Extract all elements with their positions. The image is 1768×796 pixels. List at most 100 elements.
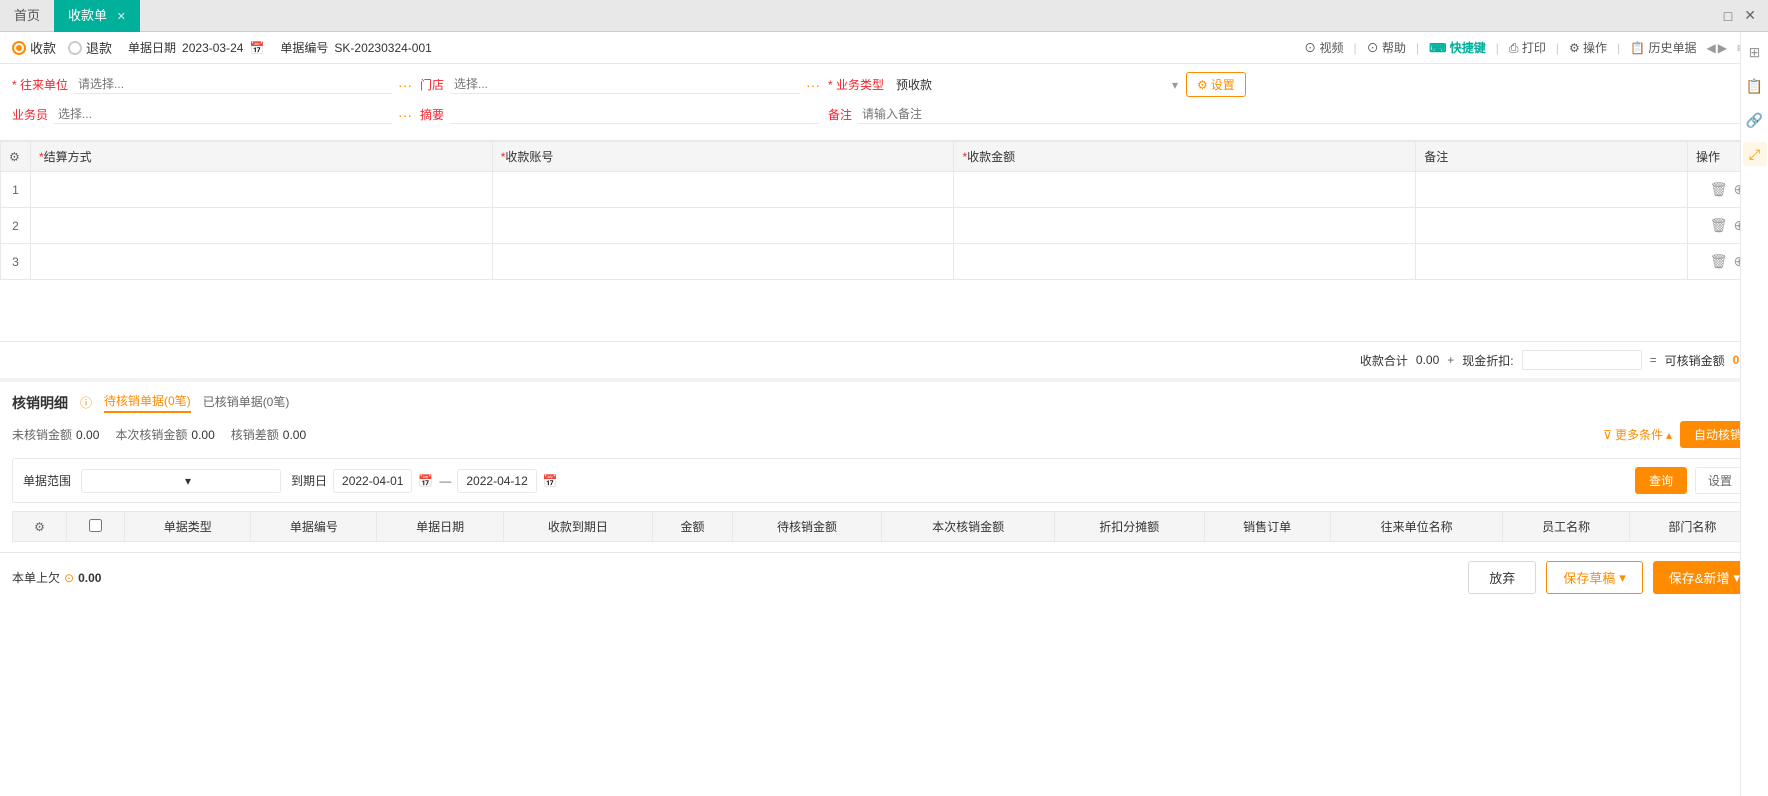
store-field: 门店 ··· <box>420 75 820 94</box>
select-all-checkbox[interactable] <box>89 519 102 532</box>
th-amount: *收款金额 <box>954 142 1416 172</box>
tab-receipt[interactable]: 收款单 ✕ <box>54 0 140 32</box>
sidebar-attachment-icon[interactable]: 🔗 <box>1743 108 1767 132</box>
equals-sign: = <box>1650 353 1657 367</box>
business-type-value: 预收款 <box>896 76 1166 93</box>
collect-total-label: 收款合计 <box>1360 352 1408 369</box>
delete-icon-3[interactable]: 🗑 <box>1710 253 1728 270</box>
cell-account-3[interactable] <box>492 244 954 280</box>
verify-info-icon[interactable]: ⓘ <box>80 394 92 411</box>
counterpart-more-btn[interactable]: ··· <box>398 77 412 93</box>
calendar-icon[interactable]: 📅 <box>249 41 264 55</box>
th-remark: 备注 <box>1416 142 1688 172</box>
cell-amount-3[interactable] <box>954 244 1416 280</box>
sidebar-document-icon[interactable]: 📋 <box>1743 74 1767 98</box>
operation-btn[interactable]: ⚙ 操作 <box>1569 39 1607 56</box>
shortcut-btn[interactable]: ⌨ 快捷键 <box>1429 39 1486 56</box>
cell-account-1[interactable] <box>492 172 954 208</box>
cell-settlement-2[interactable] <box>31 208 493 244</box>
prev-arrow[interactable]: ◀ <box>1706 41 1715 55</box>
number-field-group: 单据编号 SK-20230324-001 <box>280 39 431 56</box>
counterpart-label: 往来单位 <box>12 76 68 93</box>
salesperson-more-btn[interactable]: ··· <box>398 107 412 123</box>
table-row: 1 🗑 ⊕ <box>1 172 1768 208</box>
th-settlement: *结算方式 <box>31 142 493 172</box>
salesperson-input[interactable] <box>54 105 392 124</box>
bottom-table-gear-icon[interactable]: ⚙ <box>34 520 45 534</box>
verify-settings-button[interactable]: 设置 <box>1695 467 1745 494</box>
next-arrow[interactable]: ▶ <box>1718 41 1727 55</box>
footer-info-icon[interactable]: ⊙ <box>64 571 74 585</box>
cell-amount-1[interactable] <box>954 172 1416 208</box>
verify-stats: 未核销金额 0.00 本次核销金额 0.00 核销差额 0.00 ⊽ 更多条件 … <box>12 421 1756 448</box>
number-value: SK-20230324-001 <box>334 41 431 55</box>
restore-icon[interactable]: □ <box>1720 6 1736 26</box>
tab-home[interactable]: 首页 <box>0 0 54 32</box>
toolbar-right-actions: ⊙ 视频 | ⊙ 帮助 | ⌨ 快捷键 | ⎙ 打印 | ⚙ 操作 | 📋 历史… <box>1304 39 1756 56</box>
cell-remark-1[interactable] <box>1416 172 1688 208</box>
abstract-input[interactable] <box>450 105 820 124</box>
cash-discount-input[interactable] <box>1522 350 1642 370</box>
bth-counterpart: 往来单位名称 <box>1330 512 1503 542</box>
query-button[interactable]: 查询 <box>1635 467 1687 494</box>
date-from-calendar-icon[interactable]: 📅 <box>418 474 433 488</box>
help-btn[interactable]: ⊙ 帮助 <box>1367 39 1406 56</box>
footer: 本单上欠 ⊙ 0.00 放弃 保存草稿 保存&新增 <box>0 552 1768 602</box>
sidebar-expand-icon[interactable]: ⤢ <box>1743 142 1767 166</box>
delete-icon-2[interactable]: 🗑 <box>1710 217 1728 234</box>
bth-discount: 折扣分摊额 <box>1055 512 1204 542</box>
remark-input[interactable] <box>858 105 1756 124</box>
settings-button[interactable]: ⚙ 设置 <box>1186 72 1246 97</box>
cell-remark-3[interactable] <box>1416 244 1688 280</box>
date-from-value[interactable]: 2022-04-01 <box>333 469 412 493</box>
store-more-btn[interactable]: ··· <box>806 77 820 93</box>
tab-close-icon[interactable]: ✕ <box>117 11 126 23</box>
video-btn[interactable]: ⊙ 视频 <box>1304 39 1343 56</box>
cell-settlement-3[interactable] <box>31 244 493 280</box>
can-verify-label: 可核销金额 <box>1665 352 1725 369</box>
chevron-up-icon <box>1666 428 1672 442</box>
window-close-icon[interactable]: ✕ <box>1740 5 1760 26</box>
cell-account-2[interactable] <box>492 208 954 244</box>
bth-pending-amount: 待核销金额 <box>732 512 881 542</box>
bth-due-date: 收款到期日 <box>503 512 652 542</box>
done-tab[interactable]: 已核销单据(0笔) <box>203 393 290 412</box>
row-num-3: 3 <box>1 244 31 280</box>
verify-section: 核销明细 ⓘ 待核销单据(0笔) 已核销单据(0笔) 未核销金额 0.00 本次… <box>0 378 1768 552</box>
pending-tab[interactable]: 待核销单据(0笔) <box>104 392 191 413</box>
cash-discount-label: 现金折扣: <box>1462 352 1513 369</box>
salesperson-field: 业务员 ··· <box>12 105 412 124</box>
salesperson-label: 业务员 <box>12 106 48 123</box>
history-btn[interactable]: 📋 历史单据 <box>1630 39 1696 56</box>
verify-toolbar-right: ⊽ 更多条件 自动核销 <box>1603 421 1756 448</box>
toolbar: 收款 退款 单据日期 2023-03-24 📅 单据编号 SK-20230324… <box>0 32 1768 64</box>
unchecked-value: 0.00 <box>76 428 99 442</box>
cell-settlement-1[interactable] <box>31 172 493 208</box>
collect-total-value: 0.00 <box>1416 353 1439 367</box>
range-select[interactable] <box>81 469 281 493</box>
table-gear-icon[interactable]: ⚙ <box>9 150 20 164</box>
date-to-value[interactable]: 2022-04-12 <box>457 469 536 493</box>
table-row: 3 🗑 ⊕ <box>1 244 1768 280</box>
sidebar-table-icon[interactable]: ⊞ <box>1743 40 1767 64</box>
form-area: 往来单位 ··· 门店 ··· 业务类型 预收款 ▾ ⚙ 设置 业务员 <box>0 64 1768 141</box>
radio-refund[interactable]: 退款 <box>68 38 112 57</box>
cell-amount-2[interactable] <box>954 208 1416 244</box>
store-input[interactable] <box>450 75 800 94</box>
save-draft-label: 保存草稿 <box>1563 568 1615 587</box>
radio-receive[interactable]: 收款 <box>12 38 56 57</box>
delete-icon-1[interactable]: 🗑 <box>1710 181 1728 198</box>
counterpart-field: 往来单位 ··· <box>12 75 412 94</box>
current-label: 本单上欠 <box>12 569 60 586</box>
counterpart-input[interactable] <box>74 75 392 94</box>
business-type-dropdown[interactable]: ▾ <box>1172 78 1178 92</box>
radio-receive-dot <box>12 41 26 55</box>
more-conditions-btn[interactable]: ⊽ 更多条件 <box>1603 426 1672 443</box>
date-value[interactable]: 2023-03-24 <box>182 41 243 55</box>
abandon-button[interactable]: 放弃 <box>1468 561 1536 594</box>
cell-remark-2[interactable] <box>1416 208 1688 244</box>
print-btn[interactable]: ⎙ 打印 <box>1509 39 1546 56</box>
save-draft-button[interactable]: 保存草稿 <box>1546 561 1643 594</box>
save-draft-chevron <box>1619 570 1626 586</box>
date-to-calendar-icon[interactable]: 📅 <box>543 474 558 488</box>
